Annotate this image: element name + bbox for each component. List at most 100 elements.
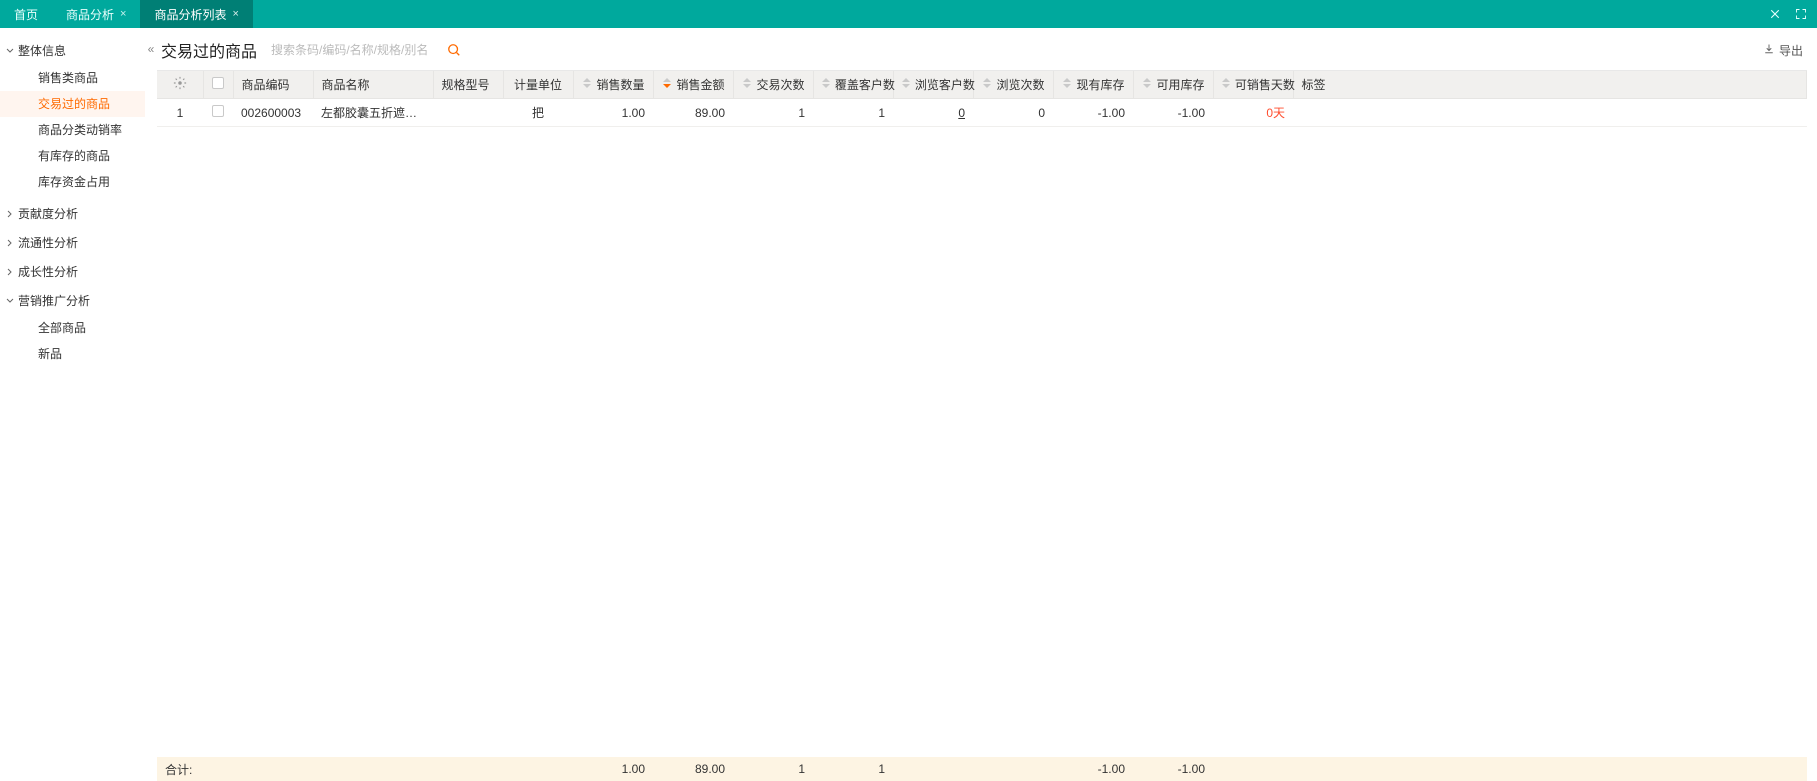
col-browse-customers[interactable]: 浏览客户数 — [893, 71, 973, 99]
col-qty[interactable]: 销售数量 — [573, 71, 653, 99]
checkbox-icon[interactable] — [212, 105, 224, 117]
tab-label: 商品分析列表 — [154, 6, 226, 23]
col-name[interactable]: 商品名称 — [313, 71, 433, 99]
sort-icon — [902, 77, 910, 91]
nav-item-label: 有库存的商品 — [38, 149, 110, 163]
col-stock-avail[interactable]: 可用库存 — [1133, 71, 1213, 99]
chevron-double-left-icon: « — [148, 42, 155, 56]
col-checkbox[interactable] — [203, 71, 233, 99]
nav-group-label: 贡献度分析 — [18, 205, 78, 222]
nav-item-label: 销售类商品 — [38, 71, 98, 85]
col-label: 可销售天数 — [1235, 78, 1295, 92]
nav-group-overall: 整体信息 销售类商品 交易过的商品 商品分类动销率 有库存的商品 库存资金占用 — [0, 38, 145, 197]
col-browse-count[interactable]: 浏览次数 — [973, 71, 1053, 99]
nav-item-new-products[interactable]: 新品 — [0, 341, 145, 367]
table-header: 商品编码 商品名称 规格型号 计量单位 销售数量 销售金额 — [157, 71, 1807, 99]
top-right-controls — [1767, 0, 1817, 28]
main-area: 整体信息 销售类商品 交易过的商品 商品分类动销率 有库存的商品 库存资金占用 … — [0, 28, 1817, 781]
tab-home[interactable]: 首页 — [0, 0, 52, 28]
col-gear[interactable] — [157, 71, 203, 99]
search-input[interactable] — [271, 40, 441, 60]
close-all-icon[interactable] — [1767, 6, 1783, 22]
col-label: 商品名称 — [322, 78, 370, 92]
export-icon — [1763, 43, 1775, 58]
col-amount[interactable]: 销售金额 — [653, 71, 733, 99]
sort-icon — [1063, 77, 1071, 91]
nav-group-label: 流通性分析 — [18, 234, 78, 251]
tab-product-analysis-list[interactable]: 商品分析列表 × — [140, 0, 252, 28]
collapse-nav-button[interactable]: « — [145, 28, 157, 781]
search-icon[interactable] — [447, 43, 461, 57]
cell-unit: 把 — [503, 99, 573, 127]
chevron-right-icon — [6, 236, 14, 244]
nav-item-stock-capital[interactable]: 库存资金占用 — [0, 169, 145, 195]
nav-item-in-stock[interactable]: 有库存的商品 — [0, 143, 145, 169]
checkbox-icon[interactable] — [212, 77, 224, 89]
close-icon[interactable]: × — [232, 8, 238, 20]
sort-icon — [663, 77, 671, 91]
chevron-right-icon — [6, 207, 14, 215]
sort-icon — [743, 77, 751, 91]
totals-label: 合计: — [157, 761, 203, 778]
tab-label: 商品分析 — [66, 6, 114, 23]
nav-group-header-contribution[interactable]: 贡献度分析 — [0, 201, 145, 226]
export-label: 导出 — [1779, 42, 1803, 59]
col-spec[interactable]: 规格型号 — [433, 71, 503, 99]
col-sell-days[interactable]: 可销售天数 — [1213, 71, 1293, 99]
content-area: 交易过的商品 导出 — [157, 28, 1817, 781]
top-tab-bar: 首页 商品分析 × 商品分析列表 × — [0, 0, 1817, 28]
tab-product-analysis[interactable]: 商品分析 × — [52, 0, 140, 28]
search-wrap — [271, 40, 461, 60]
fullscreen-icon[interactable] — [1793, 6, 1809, 22]
col-label: 销售金额 — [676, 78, 724, 92]
col-code[interactable]: 商品编码 — [233, 71, 313, 99]
sort-icon — [1143, 77, 1151, 91]
chevron-down-icon — [6, 294, 14, 302]
col-label: 计量单位 — [514, 78, 562, 92]
cell-amount: 89.00 — [653, 99, 733, 127]
totals-tx-count: 1 — [733, 762, 813, 776]
nav-item-all-products[interactable]: 全部商品 — [0, 315, 145, 341]
table-row[interactable]: 1 002600003 左都胶囊五折遮阳伞防晒伞 把 1.00 89.00 1 … — [157, 99, 1807, 127]
page-title: 交易过的商品 — [161, 38, 257, 62]
content-header: 交易过的商品 导出 — [157, 28, 1817, 70]
nav-item-category-turnover[interactable]: 商品分类动销率 — [0, 117, 145, 143]
export-button[interactable]: 导出 — [1763, 42, 1803, 59]
col-label: 可用库存 — [1156, 78, 1204, 92]
sort-icon — [983, 77, 991, 91]
col-stock-now[interactable]: 现有库存 — [1053, 71, 1133, 99]
sort-icon — [822, 77, 830, 91]
cell-browse-customers[interactable]: 0 — [893, 99, 973, 127]
totals-bar: 合计: 1.00 89.00 1 1 -1.00 -1.00 — [157, 757, 1807, 781]
nav-item-traded-products[interactable]: 交易过的商品 — [0, 91, 145, 117]
nav-group-label: 整体信息 — [18, 42, 66, 59]
nav-group-header-growth[interactable]: 成长性分析 — [0, 259, 145, 284]
nav-group-header-overall[interactable]: 整体信息 — [0, 38, 145, 63]
cell-checkbox[interactable] — [203, 99, 233, 127]
nav-item-label: 全部商品 — [38, 321, 86, 335]
sort-icon — [1222, 77, 1230, 91]
nav-item-label: 商品分类动销率 — [38, 123, 122, 137]
totals-stock-now: -1.00 — [1053, 762, 1133, 776]
col-unit[interactable]: 计量单位 — [503, 71, 573, 99]
nav-group-header-liquidity[interactable]: 流通性分析 — [0, 230, 145, 255]
col-label: 商品编码 — [242, 78, 290, 92]
nav-item-sales-products[interactable]: 销售类商品 — [0, 65, 145, 91]
nav-group-growth: 成长性分析 — [0, 259, 145, 284]
col-customers[interactable]: 覆盖客户数 — [813, 71, 893, 99]
close-icon[interactable]: × — [120, 8, 126, 20]
nav-group-contribution: 贡献度分析 — [0, 201, 145, 226]
col-tags[interactable]: 标签 — [1293, 71, 1807, 99]
table-wrap: 商品编码 商品名称 规格型号 计量单位 销售数量 销售金额 — [157, 70, 1807, 781]
cell-stock-avail: -1.00 — [1133, 99, 1213, 127]
col-label: 交易次数 — [756, 78, 804, 92]
nav-item-label: 库存资金占用 — [38, 175, 110, 189]
nav-group-label: 成长性分析 — [18, 263, 78, 280]
totals-qty: 1.00 — [573, 762, 653, 776]
nav-group-header-marketing[interactable]: 营销推广分析 — [0, 288, 145, 313]
left-nav: 整体信息 销售类商品 交易过的商品 商品分类动销率 有库存的商品 库存资金占用 … — [0, 28, 145, 781]
tab-label: 首页 — [14, 6, 38, 23]
chevron-right-icon — [6, 265, 14, 273]
totals-amount: 89.00 — [653, 762, 733, 776]
col-tx-count[interactable]: 交易次数 — [733, 71, 813, 99]
